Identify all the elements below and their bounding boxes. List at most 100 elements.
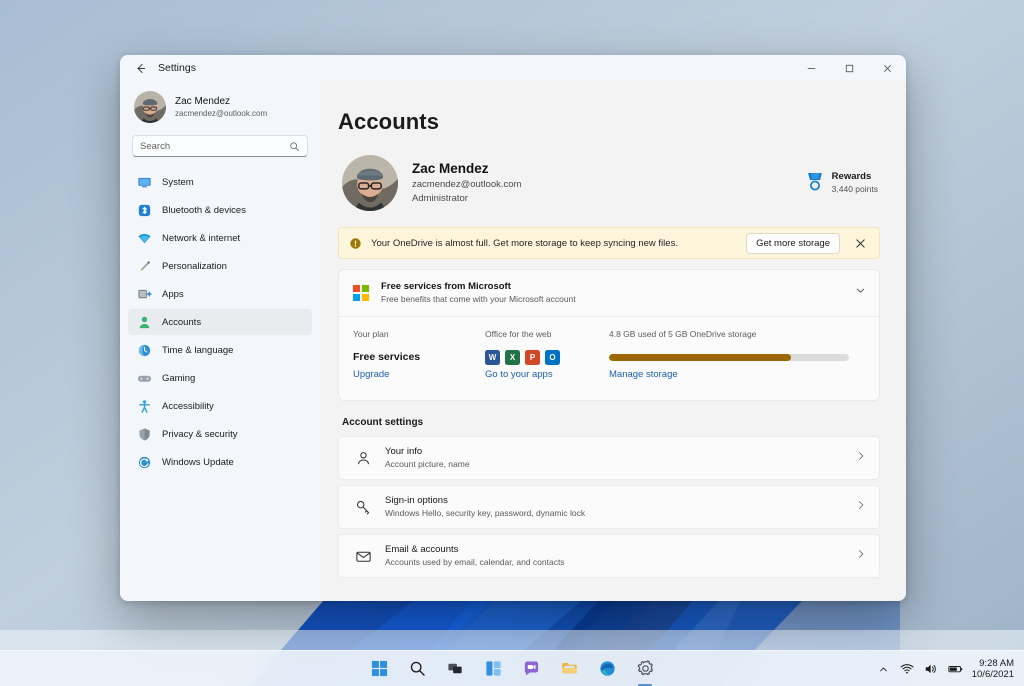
key-icon	[353, 499, 373, 516]
plan-caption: Your plan	[353, 329, 389, 339]
person-outline-icon	[353, 450, 373, 467]
avatar-image	[134, 91, 166, 123]
sidebar-item-label: Privacy & security	[162, 428, 238, 440]
sidebar-item-label: Time & language	[162, 344, 234, 356]
outlook-icon[interactable]: O	[545, 349, 560, 365]
taskbar-widgets-button[interactable]	[478, 654, 508, 684]
taskbar-chat-button[interactable]	[516, 654, 546, 684]
powerpoint-icon[interactable]: P	[525, 349, 540, 365]
taskbar-task-view-button[interactable]	[440, 654, 470, 684]
banner-close-button[interactable]	[849, 232, 871, 254]
rewards-widget[interactable]: Rewards 3,440 points	[806, 171, 880, 195]
sidebar-item-personalization[interactable]: Personalization	[128, 253, 312, 279]
sidebar-nav: System Bluetooth & devices Network & int…	[128, 169, 312, 601]
sidebar-item-gaming[interactable]: Gaming	[128, 365, 312, 391]
sidebar-item-apps[interactable]: Apps	[128, 281, 312, 307]
taskbar-file-explorer-button[interactable]	[554, 654, 584, 684]
account-avatar-image	[342, 155, 398, 211]
sidebar-item-privacy-security[interactable]: Privacy & security	[128, 421, 312, 447]
clock-time: 9:28 AM	[979, 658, 1014, 669]
close-button[interactable]	[868, 55, 906, 81]
apps-icon	[136, 286, 152, 302]
row-subtitle: Windows Hello, security key, password, d…	[385, 508, 586, 518]
plan-value: Free services	[353, 351, 421, 363]
onedrive-warning-banner: Your OneDrive is almost full. Get more s…	[338, 227, 880, 259]
get-more-storage-button[interactable]: Get more storage	[746, 232, 840, 254]
sidebar-item-label: Accounts	[162, 316, 202, 328]
widgets-icon	[485, 661, 501, 676]
sidebar-profile[interactable]: Zac Mendez zacmendez@outlook.com	[128, 85, 312, 133]
person-icon	[136, 314, 152, 330]
microsoft-services-header[interactable]: Free services from Microsoft Free benefi…	[339, 270, 879, 316]
account-hero: Zac Mendez zacmendez@outlook.com Adminis…	[338, 155, 880, 211]
rewards-points: 3,440 points	[831, 184, 878, 194]
sidebar-item-label: System	[162, 176, 194, 188]
sidebar-item-system[interactable]: System	[128, 169, 312, 195]
go-to-apps-link[interactable]: Go to your apps	[485, 369, 609, 380]
microsoft-logo-icon	[353, 285, 369, 301]
desktop: Settings Zac Mendez zacmendez@outlook.co…	[0, 0, 1024, 686]
sidebar: Zac Mendez zacmendez@outlook.com Search …	[120, 81, 320, 601]
sidebar-item-time-language[interactable]: Time & language	[128, 337, 312, 363]
wifi-icon[interactable]	[900, 662, 915, 677]
accessibility-icon	[136, 398, 152, 414]
taskbar-start-button[interactable]	[364, 654, 394, 684]
sidebar-item-bluetooth-devices[interactable]: Bluetooth & devices	[128, 197, 312, 223]
chat-icon	[524, 661, 538, 676]
storage-progress	[609, 345, 865, 369]
taskbar-edge-button[interactable]	[592, 654, 622, 684]
maximize-button[interactable]	[830, 55, 868, 81]
row-title: Email & accounts	[385, 544, 459, 555]
row-title: Your info	[385, 446, 423, 457]
windows-logo-icon	[371, 660, 387, 677]
search-input[interactable]	[140, 140, 289, 152]
sidebar-item-network-internet[interactable]: Network & internet	[128, 225, 312, 251]
system-tray: 9:28 AM 10/6/2021	[876, 651, 1016, 686]
taskbar-search-button[interactable]	[402, 654, 432, 684]
microsoft-services-body: Your plan Free services Upgrade Office f…	[339, 316, 879, 400]
medal-icon	[807, 173, 822, 191]
excel-icon[interactable]: X	[505, 349, 520, 365]
folder-icon	[561, 663, 577, 674]
window-title: Settings	[158, 62, 196, 74]
storage-track	[609, 353, 849, 361]
upgrade-link[interactable]: Upgrade	[353, 369, 485, 380]
sidebar-item-label: Personalization	[162, 260, 227, 272]
close-icon	[855, 238, 865, 248]
row-subtitle: Accounts used by email, calendar, and co…	[385, 557, 565, 567]
battery-icon[interactable]	[948, 662, 963, 677]
monitor-icon	[136, 174, 152, 190]
sidebar-item-accounts[interactable]: Accounts	[128, 309, 312, 335]
minimize-button[interactable]	[792, 55, 830, 81]
avatar	[134, 91, 166, 123]
back-arrow-icon	[137, 63, 145, 73]
plan-column: Your plan Free services Upgrade	[353, 329, 485, 380]
edge-icon	[599, 661, 615, 676]
main-content: Accounts Zac Mendez zacmendez@outlook.co…	[320, 81, 906, 601]
chevron-up-icon[interactable]	[876, 662, 891, 677]
search-icon	[410, 661, 425, 676]
storage-caption: 4.8 GB used of 5 GB OneDrive storage	[609, 329, 757, 339]
task-view-icon	[447, 663, 462, 674]
sidebar-item-windows-update[interactable]: Windows Update	[128, 449, 312, 475]
row-subtitle: Account picture, name	[385, 459, 470, 469]
sidebar-item-label: Gaming	[162, 372, 196, 384]
shield-icon	[136, 426, 152, 442]
sidebar-item-accessibility[interactable]: Accessibility	[128, 393, 312, 419]
manage-storage-link[interactable]: Manage storage	[609, 369, 865, 380]
speaker-icon[interactable]	[924, 662, 939, 677]
settings-row-email-accounts[interactable]: Email & accounts Accounts used by email,…	[338, 534, 880, 578]
back-button[interactable]	[126, 57, 154, 79]
clock[interactable]: 9:28 AM 10/6/2021	[972, 658, 1016, 680]
taskbar-settings-button[interactable]	[630, 654, 660, 684]
sidebar-item-label: Apps	[162, 288, 184, 300]
account-avatar	[342, 155, 398, 211]
chevron-down-icon	[854, 284, 867, 302]
section-title: Account settings	[342, 417, 424, 428]
ms-card-title: Free services from Microsoft	[381, 281, 511, 292]
profile-name: Zac Mendez	[175, 96, 231, 107]
search-box[interactable]	[132, 135, 308, 157]
settings-row-your-info[interactable]: Your info Account picture, name	[338, 436, 880, 480]
settings-row-sign-in-options[interactable]: Sign-in options Windows Hello, security …	[338, 485, 880, 529]
word-icon[interactable]: W	[485, 349, 500, 365]
